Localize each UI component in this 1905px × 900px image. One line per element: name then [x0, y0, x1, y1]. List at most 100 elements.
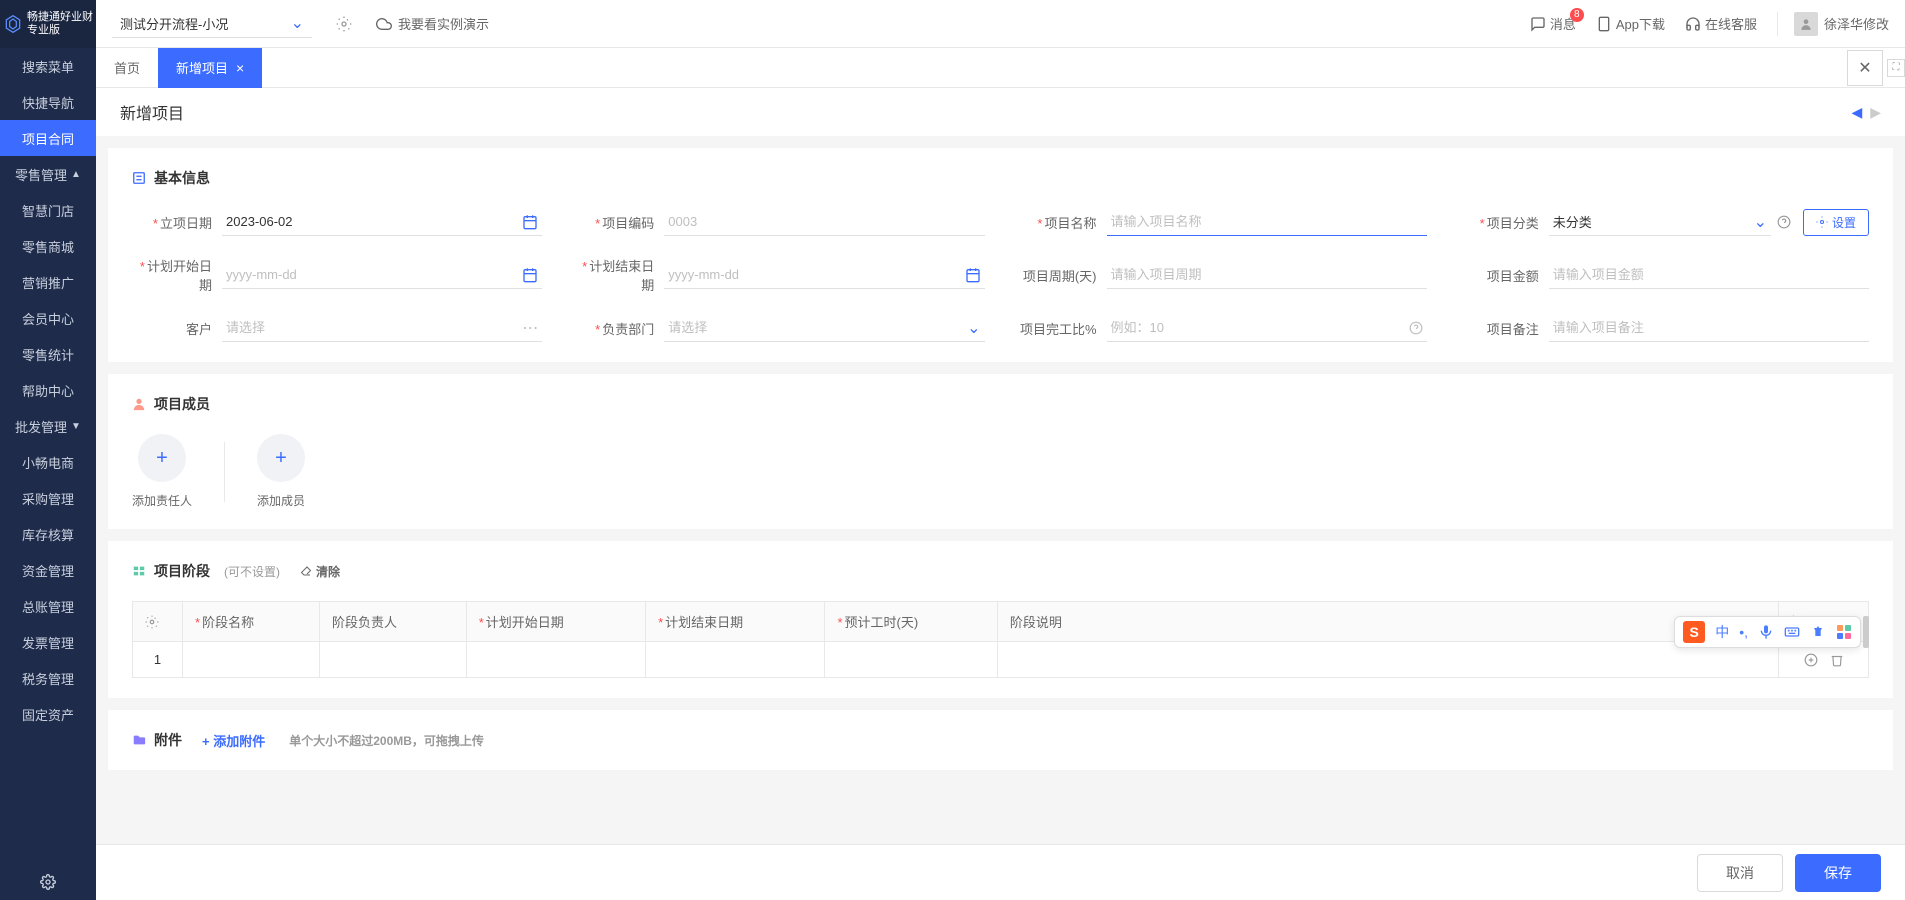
record-pager: ◀ ▶: [1851, 104, 1881, 121]
plan-end-input[interactable]: [664, 261, 984, 289]
table-row[interactable]: 1: [133, 642, 1869, 678]
col-settings[interactable]: [133, 602, 183, 642]
cloud-icon: [376, 16, 392, 32]
app-logo[interactable]: 畅捷通好业财 专业版: [0, 0, 96, 48]
tab-home[interactable]: 首页: [96, 48, 158, 88]
footer: 取消 保存: [96, 844, 1905, 900]
expand-icon[interactable]: ⛶: [1887, 59, 1905, 77]
sidebar-item-invoice[interactable]: 发票管理: [0, 624, 96, 660]
sidebar-item-search[interactable]: 搜索菜单: [0, 48, 96, 84]
col-start: *计划开始日期: [466, 602, 645, 642]
flow-selector[interactable]: 测试分开流程-小况 ⌄: [112, 9, 312, 38]
add-leader-button[interactable]: + 添加责任人: [132, 434, 192, 509]
ime-tools-icon[interactable]: [1836, 624, 1852, 640]
app-download-button[interactable]: App下载: [1596, 14, 1665, 33]
tab-new-project[interactable]: 新增项目 ×: [158, 48, 262, 88]
save-button[interactable]: 保存: [1795, 854, 1881, 892]
section-basic: 基本信息 *立项日期 *项目编码 *项目名称: [108, 148, 1893, 362]
category-select[interactable]: [1549, 208, 1771, 236]
sidebar-item-project-contract[interactable]: 项目合同: [0, 120, 96, 156]
cell-leader[interactable]: [320, 642, 467, 678]
add-row-button[interactable]: [1804, 653, 1818, 667]
next-record[interactable]: ▶: [1870, 104, 1881, 121]
cancel-button[interactable]: 取消: [1697, 854, 1783, 892]
demo-link[interactable]: 我要看实例演示: [376, 14, 489, 33]
create-date-input[interactable]: [222, 208, 542, 236]
sidebar-item-funds[interactable]: 资金管理: [0, 552, 96, 588]
sidebar-item-wholesale[interactable]: 批发管理▼: [0, 408, 96, 444]
user-name: 徐泽华修改: [1824, 14, 1889, 33]
ime-punct-icon[interactable]: •,: [1739, 624, 1748, 640]
headset-icon: [1685, 16, 1701, 32]
help-icon[interactable]: [1409, 321, 1423, 335]
help-icon[interactable]: [1777, 215, 1791, 229]
sidebar-item-quicknav[interactable]: 快捷导航: [0, 84, 96, 120]
ime-toolbar[interactable]: S 中 •,: [1674, 616, 1861, 648]
project-code-input[interactable]: [664, 208, 984, 236]
sidebar-item-retail[interactable]: 零售管理▲: [0, 156, 96, 192]
sidebar-settings[interactable]: [0, 864, 96, 900]
folder-icon: [132, 733, 146, 747]
dept-select[interactable]: [664, 314, 984, 342]
prev-record[interactable]: ◀: [1851, 104, 1862, 121]
sidebar-item-help[interactable]: 帮助中心: [0, 372, 96, 408]
period-input[interactable]: [1107, 261, 1427, 289]
sidebar-item-retail-stats[interactable]: 零售统计: [0, 336, 96, 372]
project-name-input[interactable]: [1107, 208, 1427, 236]
chevron-up-icon: ▲: [71, 169, 81, 180]
online-service-button[interactable]: 在线客服: [1685, 14, 1757, 33]
remark-input[interactable]: [1549, 314, 1869, 342]
stages-table: *阶段名称 阶段负责人 *计划开始日期 *计划结束日期 *预计工时(天) 阶段说…: [132, 601, 1869, 678]
gear-icon: [1816, 216, 1828, 228]
close-icon[interactable]: ×: [236, 60, 244, 76]
divider: [224, 442, 225, 502]
message-button[interactable]: 消息 8: [1530, 14, 1576, 33]
ellipsis-icon[interactable]: ⋯: [522, 318, 538, 338]
add-member-button[interactable]: + 添加成员: [257, 434, 305, 509]
sidebar-item-ledger[interactable]: 总账管理: [0, 588, 96, 624]
avatar: [1794, 12, 1818, 36]
flow-settings[interactable]: [336, 16, 352, 32]
add-attachment-button[interactable]: + 添加附件: [202, 731, 265, 750]
sidebar-item-tax[interactable]: 税务管理: [0, 660, 96, 696]
ime-keyboard-icon[interactable]: [1784, 624, 1800, 640]
phone-icon: [1596, 16, 1612, 32]
content: 基本信息 *立项日期 *项目编码 *项目名称: [96, 136, 1905, 844]
amount-input[interactable]: [1549, 261, 1869, 289]
cell-desc[interactable]: [997, 642, 1778, 678]
attach-hint: 单个大小不超过200MB，可拖拽上传: [289, 732, 484, 749]
customer-select[interactable]: [222, 314, 542, 342]
category-setting-button[interactable]: 设置: [1803, 209, 1869, 236]
eraser-icon: [300, 565, 312, 577]
sidebar-item-retail-mall[interactable]: 零售商城: [0, 228, 96, 264]
sidebar-item-inventory[interactable]: 库存核算: [0, 516, 96, 552]
calendar-icon[interactable]: [522, 214, 538, 230]
user-menu[interactable]: 徐泽华修改: [1777, 12, 1889, 36]
ime-skin-icon[interactable]: [1810, 624, 1826, 640]
calendar-icon[interactable]: [965, 267, 981, 283]
calendar-icon[interactable]: [522, 267, 538, 283]
ime-mic-icon[interactable]: [1758, 624, 1774, 640]
clear-stages-button[interactable]: 清除: [300, 563, 340, 580]
close-all-tabs[interactable]: ✕: [1847, 50, 1883, 86]
progress-input[interactable]: [1107, 314, 1427, 342]
cell-end[interactable]: [646, 642, 825, 678]
col-name: *阶段名称: [183, 602, 320, 642]
sidebar-item-ecom[interactable]: 小畅电商: [0, 444, 96, 480]
chevron-down-icon[interactable]: ⌄: [1754, 212, 1767, 232]
cell-hours[interactable]: [825, 642, 997, 678]
ime-lang[interactable]: 中: [1715, 622, 1729, 642]
delete-row-button[interactable]: [1830, 653, 1844, 667]
sidebar-item-smart-store[interactable]: 智慧门店: [0, 192, 96, 228]
sidebar-item-marketing[interactable]: 营销推广: [0, 264, 96, 300]
cell-name[interactable]: [183, 642, 320, 678]
chevron-down-icon[interactable]: ⌄: [967, 318, 980, 338]
plan-start-input[interactable]: [222, 261, 542, 289]
sidebar-item-member[interactable]: 会员中心: [0, 300, 96, 336]
cell-start[interactable]: [466, 642, 645, 678]
sidebar-item-assets[interactable]: 固定资产: [0, 696, 96, 732]
ime-drag-handle[interactable]: [1863, 616, 1869, 648]
sidebar-item-purchase[interactable]: 采购管理: [0, 480, 96, 516]
flow-name: 测试分开流程-小况: [120, 14, 228, 33]
topbar: 测试分开流程-小况 ⌄ 我要看实例演示 消息 8 App下载 在线客服: [96, 0, 1905, 48]
